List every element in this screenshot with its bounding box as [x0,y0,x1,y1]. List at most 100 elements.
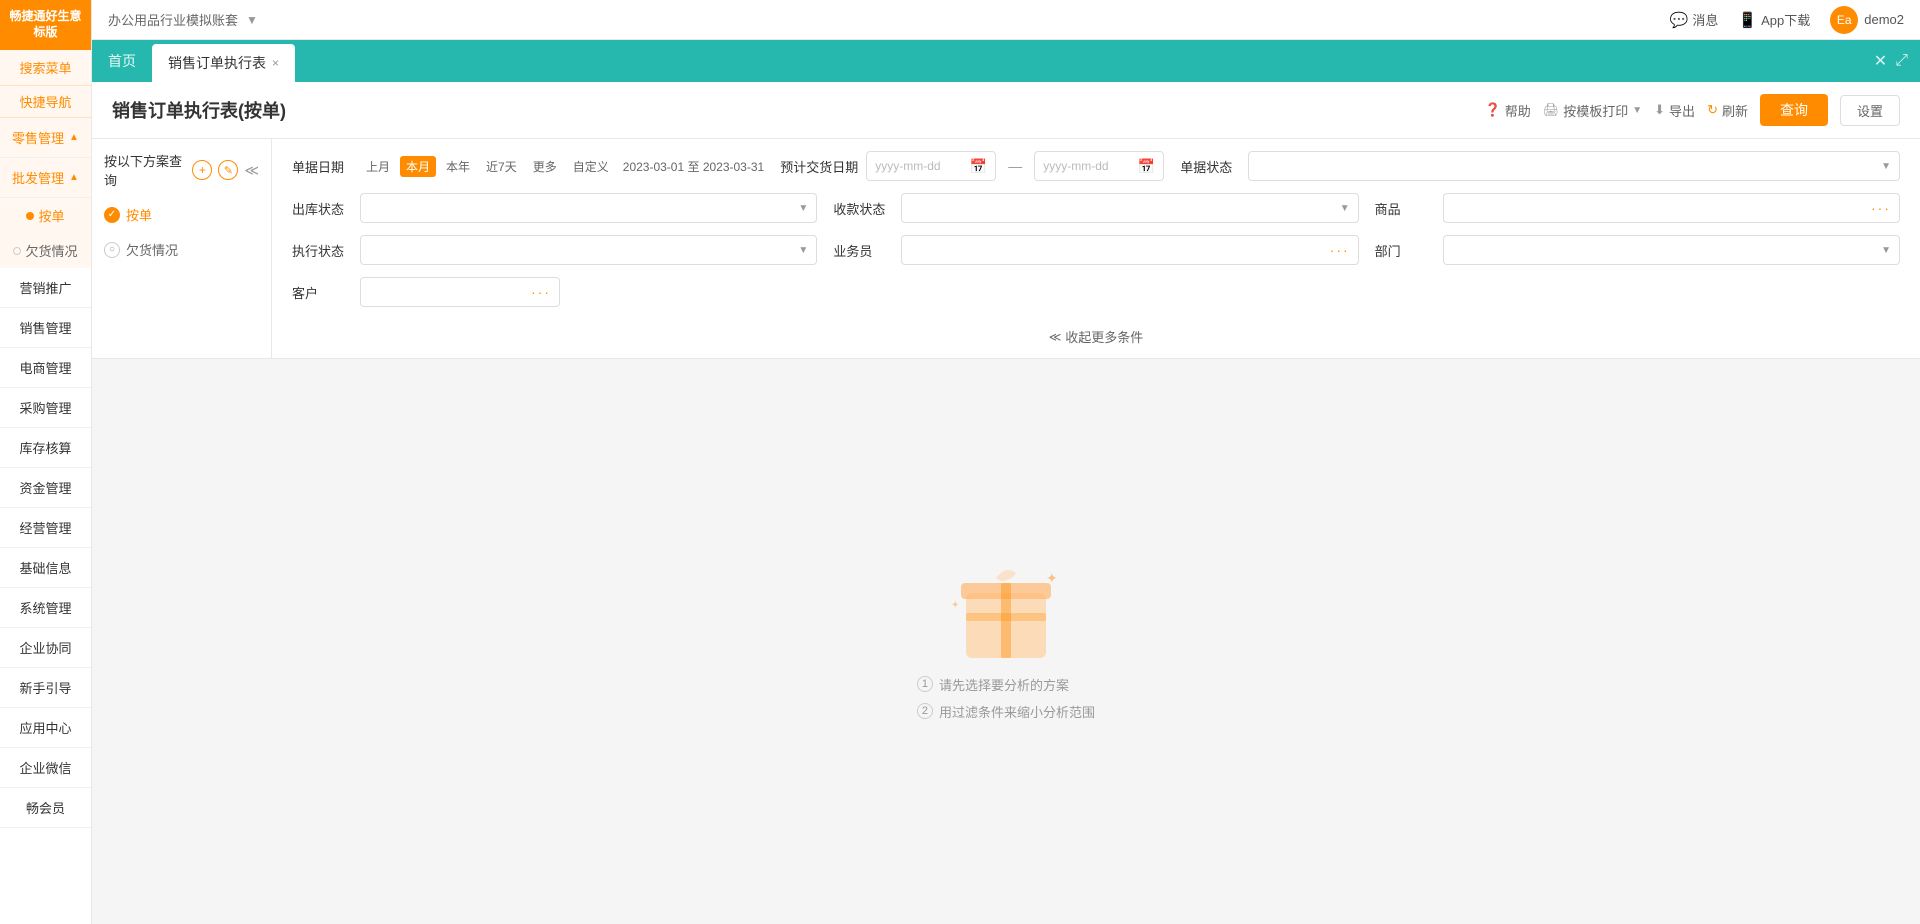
sidebar-item-label-basic: 基础信息 [19,558,71,577]
sidebar-item-operation[interactable]: 经营管理 [0,508,91,548]
customer-more-icon[interactable]: ··· [531,284,551,300]
close-window-icon[interactable]: ✕ [1874,51,1887,71]
product-select[interactable]: ··· [1443,193,1900,223]
chevron-down-icon: ▲ [69,132,79,143]
hint-num-2: 2 [917,703,933,719]
scheme-icons: + ✎ ≪ [192,160,259,180]
collapse-icon: ≪ [1049,330,1062,344]
status-label: 单据状态 [1180,157,1240,176]
sidebar-item-inventory[interactable]: 库存核算 [0,428,91,468]
sidebar-item-label-purchase: 采购管理 [19,398,71,417]
sidebar-sub-item-order[interactable]: 按单 [0,198,91,233]
dept-select[interactable]: ▼ [1443,235,1900,265]
active-dot-icon [26,212,34,220]
export-button[interactable]: ⬇ 导出 [1654,101,1695,120]
date-tabs: 上月 本月 本年 近7天 更多 自定义 [360,156,615,177]
edit-scheme-button[interactable]: ✎ [218,160,238,180]
salesperson-more-icon[interactable]: ··· [1330,242,1350,258]
sidebar-item-label-wholesale: 批发管理 [12,168,64,187]
sidebar-item-finance[interactable]: 资金管理 [0,468,91,508]
calendar-start-icon: 📅 [970,158,987,175]
product-more-icon[interactable]: ··· [1871,200,1891,216]
circle-icon [13,247,21,255]
execute-select[interactable]: ▼ [360,235,817,265]
filter-row-1: 单据日期 上月 本月 本年 近7天 更多 自定义 2023-03-01 至 20… [292,151,1900,181]
status-select[interactable]: ▼ [1248,151,1900,181]
add-scheme-button[interactable]: + [192,160,212,180]
warehouse-select[interactable]: ▼ [360,193,817,223]
sidebar-item-weixin[interactable]: 企业微信 [0,748,91,788]
filter-row-3: 执行状态 ▼ 业务员 ··· 部门 [292,235,1900,265]
sub-item-label-debt: 欠货情况 [25,241,77,260]
sidebar-item-ecommerce[interactable]: 电商管理 [0,348,91,388]
sidebar-item-newuser[interactable]: 新手引导 [0,668,91,708]
sidebar-item-purchase[interactable]: 采购管理 [0,388,91,428]
collapse-scheme-button[interactable]: ≪ [244,162,259,179]
app-logo: 畅捷通好生意 标版 [0,0,91,50]
inactive-scheme-icon: ○ [104,242,120,258]
sidebar-item-label-system: 系统管理 [19,598,71,617]
message-button[interactable]: 💬 消息 [1670,10,1719,29]
filter-panel: 按以下方案查询 + ✎ ≪ ✓ 按单 ○ 欠货情况 [92,139,1920,358]
sidebar-item-label-member: 畅会员 [26,798,65,817]
app-download-button[interactable]: 📱 App下载 [1738,10,1810,29]
salesperson-select[interactable]: ··· [901,235,1358,265]
svg-text:✦: ✦ [1046,570,1058,586]
end-date-placeholder: yyyy-mm-dd [1043,159,1108,173]
filter-fields: 单据日期 上月 本月 本年 近7天 更多 自定义 2023-03-01 至 20… [272,139,1920,358]
filter-scheme-header: 按以下方案查询 + ✎ ≪ [92,151,271,197]
sidebar-item-label-weixin: 企业微信 [19,758,71,777]
refresh-button[interactable]: ↻ 刷新 [1707,101,1748,120]
collapse-label: 收起更多条件 [1065,327,1143,346]
collapse-conditions-button[interactable]: ≪ 收起更多条件 [292,319,1900,346]
help-button[interactable]: ❓ 帮助 [1485,101,1531,120]
payment-select[interactable]: ▼ [901,193,1358,223]
scheme-item-order[interactable]: ✓ 按单 [92,197,271,232]
svg-text:✦: ✦ [951,600,959,611]
maximize-icon[interactable]: ⤢ [1895,52,1908,70]
refresh-icon: ↻ [1707,102,1718,118]
tab-home[interactable]: 首页 [92,40,152,82]
sidebar-item-enterprise[interactable]: 企业协同 [0,628,91,668]
date-tab-lastmonth[interactable]: 上月 [360,156,396,177]
sidebar-item-appstore[interactable]: 应用中心 [0,708,91,748]
topbar-left: 办公用品行业模拟账套 ▼ [108,10,258,29]
sidebar-item-member[interactable]: 畅会员 [0,788,91,828]
print-button[interactable]: 🖨 按模板打印 ▼ [1543,101,1642,120]
date-tab-thisyear[interactable]: 本年 [440,156,476,177]
user-menu[interactable]: Ea demo2 [1830,6,1904,34]
customer-select[interactable]: ··· [360,277,560,307]
sidebar-quicknav[interactable]: 快捷导航 [0,86,91,118]
sidebar-item-basic[interactable]: 基础信息 [0,548,91,588]
tabbar-controls: ✕ ⤢ [1874,51,1920,71]
expected-date-end[interactable]: yyyy-mm-dd 📅 [1034,151,1164,181]
empty-box-svg: ✦ ✦ [946,563,1066,663]
settings-button[interactable]: 设置 [1840,95,1900,126]
scheme-item-label-debt: 欠货情况 [126,240,178,259]
warehouse-dropdown-arrow: ▼ [798,203,808,214]
expected-date-start[interactable]: yyyy-mm-dd 📅 [866,151,996,181]
sidebar-item-label-newuser: 新手引导 [19,678,71,697]
results-area: ✦ ✦ 1 请先选择要分析的方案 2 用过滤条件来缩小分析范围 [92,359,1920,924]
help-label: 帮助 [1505,101,1531,120]
date-tab-7days[interactable]: 近7天 [480,156,523,177]
date-tab-custom[interactable]: 自定义 [567,156,615,177]
sidebar-item-system[interactable]: 系统管理 [0,588,91,628]
query-button[interactable]: 查询 [1760,94,1828,126]
user-name: demo2 [1864,12,1904,27]
sidebar-sub-item-debt[interactable]: 欠货情况 [0,233,91,268]
sidebar-search[interactable]: 搜索菜单 [0,50,91,86]
sidebar-item-marketing[interactable]: 营销推广 [0,268,91,308]
sidebar-item-sales[interactable]: 销售管理 [0,308,91,348]
scheme-item-debt[interactable]: ○ 欠货情况 [92,232,271,267]
help-icon: ❓ [1485,102,1501,118]
sidebar-item-wholesale[interactable]: 批发管理 ▲ [0,158,91,198]
tab-close-icon[interactable]: × [272,56,279,70]
filter-group-status: 单据状态 ▼ [1180,151,1900,181]
tab-sales-order[interactable]: 销售订单执行表 × [152,44,295,82]
sidebar-item-retail[interactable]: 零售管理 ▲ [0,118,91,158]
dropdown-arrow-icon[interactable]: ▼ [246,13,258,27]
scheme-item-label-order: 按单 [126,205,152,224]
date-tab-thismonth[interactable]: 本月 [400,156,436,177]
date-tab-more[interactable]: 更多 [527,156,563,177]
